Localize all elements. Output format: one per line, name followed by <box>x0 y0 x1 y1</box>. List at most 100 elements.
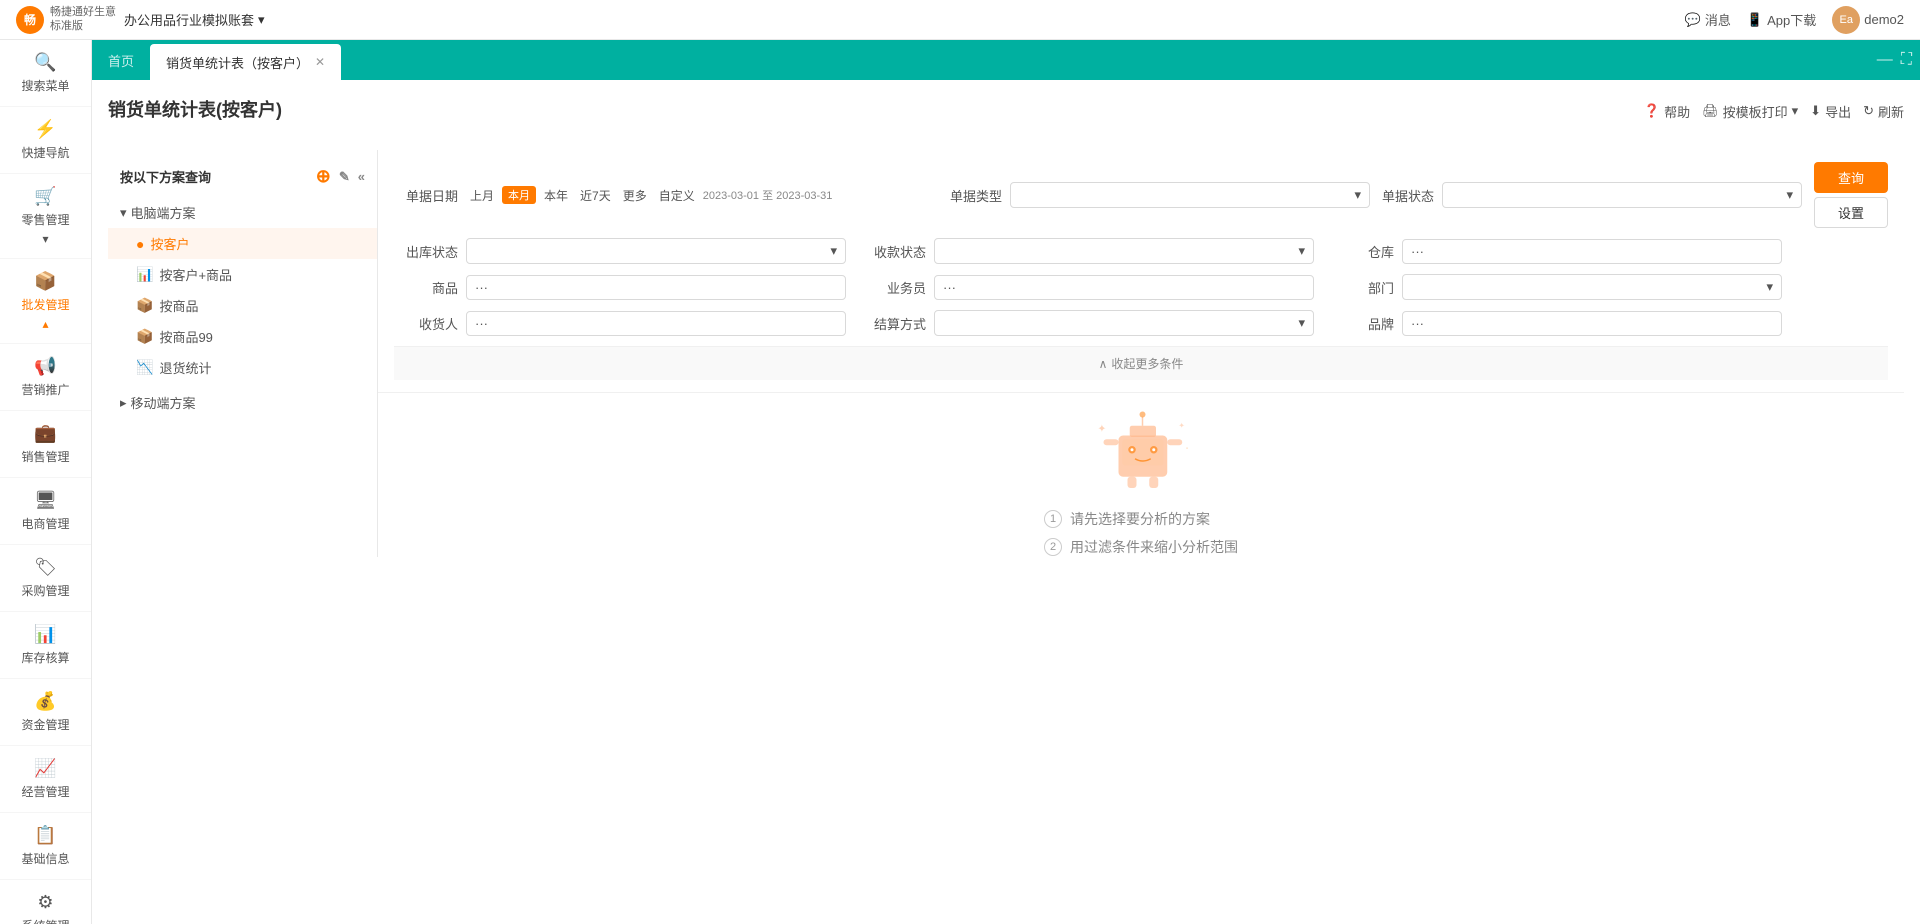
scheme-group-desktop-title[interactable]: ▾ 电脑端方案 <box>108 197 377 228</box>
scheme-group-mobile: ▸ 移动端方案 <box>108 385 377 420</box>
sales-icon: 💼 <box>34 423 56 444</box>
filter-row-1: 单据日期 上月 本月 本年 近7天 更多 自定义 2023-03-01 至 20… <box>394 162 1888 228</box>
date-last-7-days[interactable]: 近7天 <box>576 186 615 205</box>
sidebar-item-quick-nav[interactable]: ⚡ 快捷导航 <box>0 107 91 174</box>
sidebar-label-operation: 经营管理 <box>21 783 69 800</box>
sidebar-item-ecommerce[interactable]: 🖥 电商管理 <box>0 478 91 545</box>
wholesale-arrow-icon: ▴ <box>42 317 48 331</box>
product-placeholder: ··· <box>475 280 488 295</box>
receiver-placeholder: ··· <box>475 316 488 331</box>
receiver-select[interactable]: ··· <box>466 311 846 336</box>
query-button[interactable]: 查询 <box>1814 162 1888 193</box>
tab-bar: 首页 销货单统计表（按客户） ✕ — ⛶ <box>92 40 1920 80</box>
warehouse-select[interactable]: ··· <box>1402 239 1782 264</box>
sidebar-label-finance: 资金管理 <box>21 716 69 733</box>
scheme-title: 按以下方案查询 <box>120 167 211 186</box>
tab-home[interactable]: 首页 <box>92 40 150 80</box>
scheme-group-arrow-down: ▾ <box>120 205 127 221</box>
collapse-scheme-button[interactable]: « <box>358 169 365 184</box>
avatar: Ea <box>1832 6 1860 34</box>
tip-num-2: 2 <box>1044 538 1062 556</box>
payment-select[interactable]: ▾ <box>934 310 1314 336</box>
split-panel: 按以下方案查询 ⊕ ✎ « ▾ 电脑端方案 <box>108 150 1904 557</box>
scheme-item-by-product[interactable]: 📦 按商品 <box>108 290 377 321</box>
app-download-button[interactable]: 📱 App下载 <box>1747 10 1816 29</box>
date-last-month[interactable]: 上月 <box>466 186 498 205</box>
sidebar-item-purchase[interactable]: 🏷 采购管理 <box>0 545 91 612</box>
date-this-month[interactable]: 本月 <box>502 186 536 204</box>
export-button[interactable]: ⬇ 导出 <box>1810 102 1851 121</box>
tab-close-icon[interactable]: ✕ <box>315 55 325 69</box>
date-custom[interactable]: 自定义 <box>655 186 699 205</box>
customer-icon: ● <box>136 236 144 252</box>
staff-select[interactable]: ··· <box>934 275 1314 300</box>
scheme-item-by-product-99[interactable]: 📦 按商品99 <box>108 321 377 352</box>
dept-select[interactable]: ▾ <box>1402 274 1782 300</box>
top-bar: 畅 畅捷通好生意 标准版 办公用品行业模拟账套 ▾ 💬 消息 📱 App下载 <box>0 0 1920 40</box>
system-icon: ⚙ <box>37 892 53 913</box>
date-this-year[interactable]: 本年 <box>540 186 572 205</box>
scheme-item-by-product-label: 按商品 <box>159 296 198 315</box>
sidebar-item-system[interactable]: ⚙ 系统管理 <box>0 880 91 924</box>
warehouse-label: 仓库 <box>1330 242 1402 261</box>
sidebar-label-sales: 销售管理 <box>21 448 69 465</box>
date-more[interactable]: 更多 <box>619 186 651 205</box>
sidebar-item-wholesale[interactable]: 📦 批发管理 ▴ <box>0 259 91 344</box>
sidebar-item-operation[interactable]: 📈 经营管理 <box>0 746 91 813</box>
print-dropdown-icon: ▾ <box>1792 103 1799 119</box>
help-button[interactable]: ❓ 帮助 <box>1644 102 1690 121</box>
add-scheme-button[interactable]: ⊕ <box>316 166 331 187</box>
page-content: 销货单统计表(按客户) ❓ 帮助 🖨 按模板打印 ▾ ⬇ <box>92 80 1920 924</box>
product-select[interactable]: ··· <box>466 275 846 300</box>
sidebar-item-retail[interactable]: 🛒 零售管理 ▾ <box>0 174 91 259</box>
sidebar-item-inventory[interactable]: 📊 库存核算 <box>0 612 91 679</box>
empty-state-tip-2: 2 用过滤条件来缩小分析范围 <box>1044 537 1238 557</box>
page-title: 销货单统计表(按客户) <box>108 96 282 122</box>
help-icon: ❓ <box>1644 103 1660 119</box>
retail-icon: 🛒 <box>34 186 56 207</box>
edit-scheme-button[interactable]: ✎ <box>339 169 350 185</box>
empty-state-tip-1: 1 请先选择要分析的方案 <box>1044 509 1238 529</box>
doc-type-select[interactable]: ▾ <box>1010 182 1370 208</box>
product-icon: 📦 <box>136 297 153 314</box>
empty-state-tips: 1 请先选择要分析的方案 2 用过滤条件来缩小分析范围 <box>1044 509 1238 557</box>
tab-sales-report[interactable]: 销货单统计表（按客户） ✕ <box>150 44 341 80</box>
collapse-bar[interactable]: ∧ 收起更多条件 <box>394 346 1888 380</box>
filter-row-4: 收货人 ··· 结算方式 ▾ 品牌 <box>394 310 1888 336</box>
scheme-item-by-customer[interactable]: ● 按客户 <box>108 228 377 259</box>
sidebar-item-finance[interactable]: 💰 资金管理 <box>0 679 91 746</box>
logo-icon: 畅 <box>16 6 44 34</box>
tab-home-label: 首页 <box>108 51 134 70</box>
dept-label: 部门 <box>1330 278 1402 297</box>
download-icon: 📱 <box>1747 12 1763 28</box>
sidebar-label-wholesale: 批发管理 <box>21 296 69 313</box>
scheme-item-return-stats[interactable]: 📉 退货统计 <box>108 352 377 383</box>
out-status-chevron: ▾ <box>830 243 837 259</box>
sidebar-item-sales[interactable]: 💼 销售管理 <box>0 411 91 478</box>
setting-button[interactable]: 设置 <box>1814 197 1888 228</box>
scheme-item-by-customer-label: 按客户 <box>150 234 189 253</box>
brand-select[interactable]: ··· <box>1402 311 1782 336</box>
print-button[interactable]: 🖨 按模板打印 ▾ <box>1702 102 1798 121</box>
tab-maximize-button[interactable]: ⛶ <box>1901 51 1912 69</box>
scheme-item-by-customer-product[interactable]: 📊 按客户+商品 <box>108 259 377 290</box>
sidebar-item-marketing[interactable]: 📢 营销推广 <box>0 344 91 411</box>
refresh-icon: ↻ <box>1863 103 1874 119</box>
collect-status-select[interactable]: ▾ <box>934 238 1314 264</box>
out-status-select[interactable]: ▾ <box>466 238 846 264</box>
doc-type-chevron: ▾ <box>1354 187 1361 203</box>
payment-label: 结算方式 <box>862 314 934 333</box>
doc-status-select[interactable]: ▾ <box>1442 182 1802 208</box>
tab-minimize-button[interactable]: — <box>1877 51 1893 69</box>
sidebar-item-basics[interactable]: 📋 基础信息 <box>0 813 91 880</box>
collapse-up-icon: ∧ <box>1099 357 1108 371</box>
refresh-button[interactable]: ↻ 刷新 <box>1863 102 1904 121</box>
scheme-group-mobile-title[interactable]: ▸ 移动端方案 <box>108 387 377 418</box>
sidebar-item-search[interactable]: 🔍 搜索菜单 <box>0 40 91 107</box>
message-button[interactable]: 💬 消息 <box>1685 10 1731 29</box>
user-profile[interactable]: Ea demo2 <box>1832 6 1904 34</box>
system-title[interactable]: 办公用品行业模拟账套 ▾ <box>124 10 265 29</box>
doc-status-label: 单据状态 <box>1370 186 1442 205</box>
sidebar-label-retail: 零售管理 <box>21 211 69 228</box>
scheme-header-actions: ⊕ ✎ « <box>316 166 365 187</box>
